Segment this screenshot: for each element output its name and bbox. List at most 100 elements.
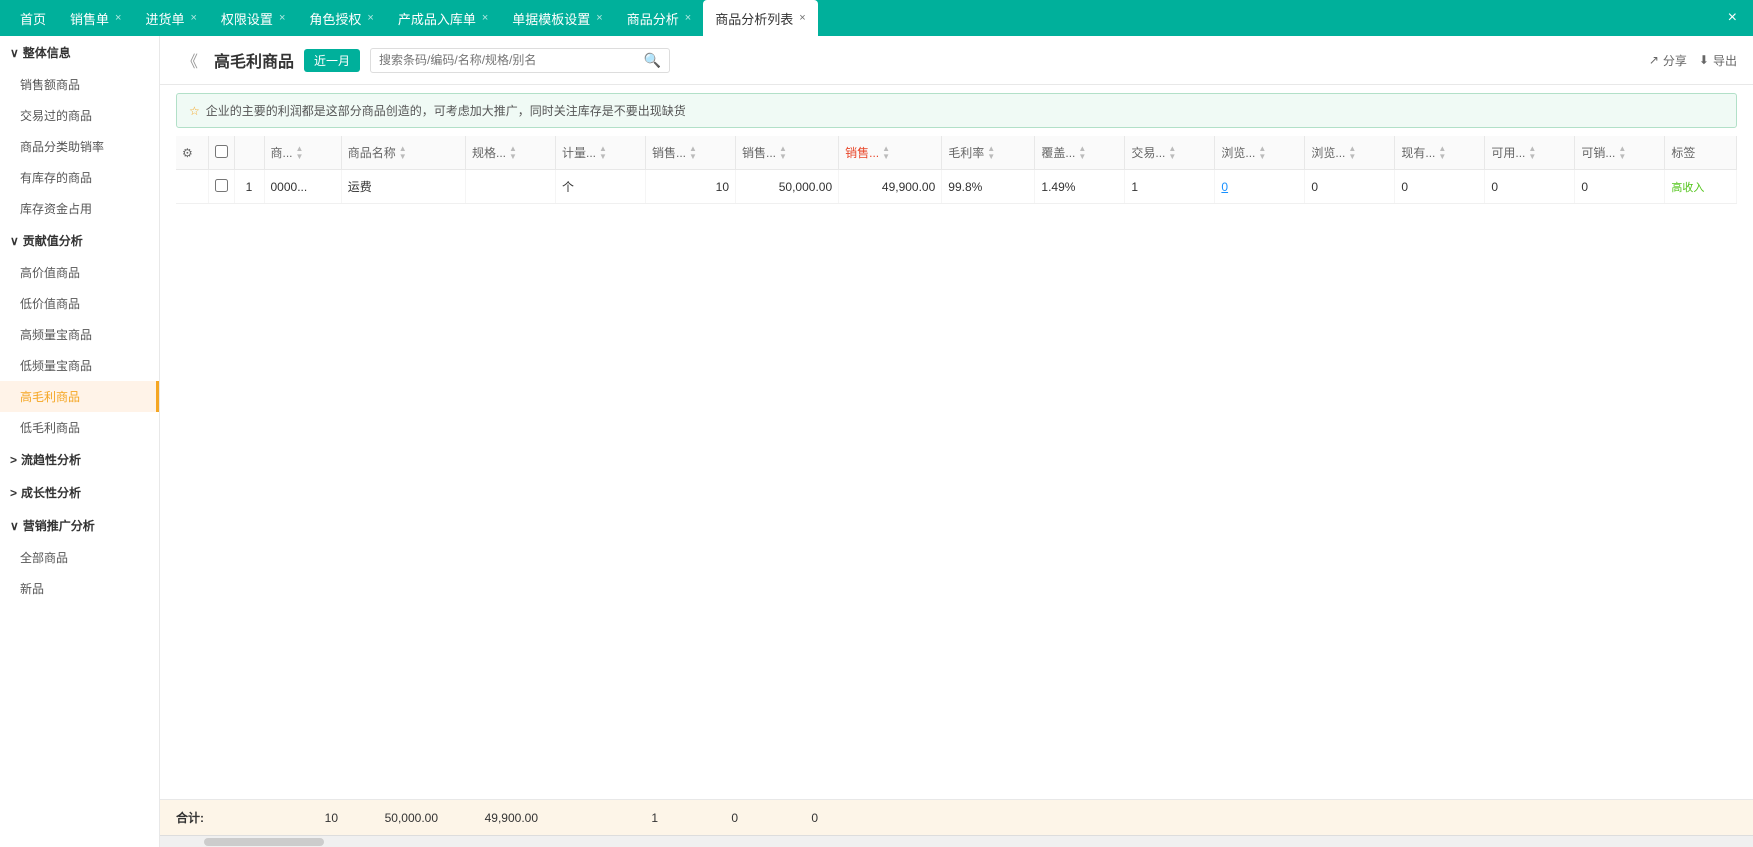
sidebar-group-financial-analysis[interactable]: ∨ 贡献值分析 — [0, 224, 159, 257]
close-all-tabs-button[interactable]: × — [1720, 5, 1745, 31]
cell-browse1[interactable]: 0 — [1215, 170, 1305, 204]
sidebar-item-sales-ranking[interactable]: 销售额商品 — [0, 69, 159, 100]
col-available2[interactable]: 可用... ▲▼ — [1485, 136, 1575, 170]
overall-info-arrow: ∨ — [10, 46, 19, 60]
share-icon: ↗ — [1649, 53, 1659, 67]
select-all-checkbox[interactable] — [215, 145, 228, 158]
col-coverage[interactable]: 覆盖... ▲▼ — [1035, 136, 1125, 170]
sidebar-item-low-value[interactable]: 低价值商品 — [0, 288, 159, 319]
footer-transaction: 1 — [544, 811, 664, 825]
sort-arrows-available2: ▲▼ — [1528, 145, 1536, 161]
settings-icon: ⚙ — [182, 146, 193, 160]
tab-product-analysis-close[interactable]: × — [685, 12, 691, 24]
marketing-analysis-label: 营销推广分析 — [23, 517, 95, 534]
export-icon: ⬇ — [1699, 53, 1709, 67]
cell-sellable: 0 — [1575, 170, 1665, 204]
sidebar-item-high-value[interactable]: 高价值商品 — [0, 257, 159, 288]
footer-sales-qty: 10 — [264, 811, 344, 825]
sort-arrows-transaction: ▲▼ — [1168, 145, 1176, 161]
sidebar: ∨ 整体信息 销售额商品 交易过的商品 商品分类助销率 有库存的商品 库存资金占… — [0, 36, 160, 847]
sort-arrows-spec: ▲▼ — [509, 145, 517, 161]
col-product-code[interactable]: 商... ▲▼ — [264, 136, 341, 170]
sidebar-item-traded-products[interactable]: 交易过的商品 — [0, 100, 159, 131]
tab-purchase-order[interactable]: 进货单 × — [133, 0, 208, 36]
tab-order-template-close[interactable]: × — [596, 12, 602, 24]
table-row: 1 0000... 运费 个 — [176, 170, 1737, 204]
col-browse1[interactable]: 浏览... ▲▼ — [1215, 136, 1305, 170]
cell-available2: 0 — [1485, 170, 1575, 204]
sort-arrows-product-code: ▲▼ — [296, 145, 304, 161]
sidebar-item-high-freq[interactable]: 高频量宝商品 — [0, 319, 159, 350]
growth-analysis-arrow: > — [10, 486, 17, 500]
export-button[interactable]: ⬇ 导出 — [1699, 52, 1737, 69]
cell-settings — [176, 170, 208, 204]
tab-order-template[interactable]: 单据模板设置 × — [500, 0, 614, 36]
tab-role-permission[interactable]: 角色授权 × — [297, 0, 385, 36]
col-product-name[interactable]: 商品名称 ▲▼ — [341, 136, 465, 170]
tab-product-analysis-label: 商品分析 — [627, 9, 679, 28]
col-settings[interactable]: ⚙ — [176, 136, 208, 170]
footer-totals: 10 50,000.00 49,900.00 1 0 0 — [264, 811, 1737, 825]
tab-permission-settings[interactable]: 权限设置 × — [209, 0, 297, 36]
horizontal-scrollbar[interactable] — [160, 835, 1753, 847]
col-sales-amount-label: 销售... — [742, 144, 776, 161]
tab-product-entry-label: 产成品入库单 — [398, 9, 476, 28]
tab-product-analysis-list[interactable]: 商品分析列表 × — [703, 0, 817, 36]
search-icon[interactable]: 🔍 — [644, 52, 661, 69]
tab-product-analysis[interactable]: 商品分析 × — [615, 0, 703, 36]
col-transaction-label: 交易... — [1131, 144, 1165, 161]
tab-home[interactable]: 首页 — [8, 0, 58, 36]
sidebar-item-low-margin[interactable]: 低毛利商品 — [0, 412, 159, 443]
sidebar-item-in-stock[interactable]: 有库存的商品 — [0, 162, 159, 193]
tab-role-label: 角色授权 — [309, 9, 361, 28]
cell-checkbox[interactable] — [208, 170, 234, 204]
tab-product-entry[interactable]: 产成品入库单 × — [386, 0, 500, 36]
cell-product-name: 运费 — [341, 170, 465, 204]
sidebar-item-stock-capital[interactable]: 库存资金占用 — [0, 193, 159, 224]
tab-role-close[interactable]: × — [367, 12, 373, 24]
col-sales-cost-label: 销售... — [845, 144, 879, 161]
col-checkbox[interactable] — [208, 136, 234, 170]
sidebar-item-all-products[interactable]: 全部商品 — [0, 542, 159, 573]
col-unit[interactable]: 计量... ▲▼ — [556, 136, 646, 170]
sidebar-item-high-margin[interactable]: 高毛利商品 — [0, 381, 159, 412]
col-browse2[interactable]: 浏览... ▲▼ — [1305, 136, 1395, 170]
sidebar-group-marketing-analysis[interactable]: ∨ 营销推广分析 — [0, 509, 159, 542]
sidebar-item-new-products[interactable]: 新品 — [0, 573, 159, 604]
sidebar-group-trend-analysis[interactable]: > 流趋性分析 — [0, 443, 159, 476]
tag-high-income-badge: 高收入 — [1671, 182, 1704, 194]
search-input[interactable] — [379, 53, 638, 67]
sidebar-item-low-freq[interactable]: 低频量宝商品 — [0, 350, 159, 381]
sort-arrows-name: ▲▼ — [399, 145, 407, 161]
sort-arrows-browse2: ▲▼ — [1348, 145, 1356, 161]
cell-seq: 1 — [234, 170, 264, 204]
col-sales-qty[interactable]: 销售... ▲▼ — [646, 136, 736, 170]
tab-product-analysis-list-close[interactable]: × — [799, 12, 805, 24]
cell-browse2: 0 — [1305, 170, 1395, 204]
share-button[interactable]: ↗ 分享 — [1649, 52, 1687, 69]
col-spec[interactable]: 规格... ▲▼ — [466, 136, 556, 170]
sidebar-collapse-button[interactable]: 《 — [176, 46, 204, 74]
col-gross-margin[interactable]: 毛利率 ▲▼ — [942, 136, 1035, 170]
col-sales-cost[interactable]: 销售... ▲▼ — [839, 136, 942, 170]
col-sellable[interactable]: 可销... ▲▼ — [1575, 136, 1665, 170]
col-sales-amount[interactable]: 销售... ▲▼ — [736, 136, 839, 170]
tab-sales-order-close[interactable]: × — [115, 12, 121, 24]
footer-label: 合计: — [176, 809, 204, 826]
col-transaction[interactable]: 交易... ▲▼ — [1125, 136, 1215, 170]
cell-available1: 0 — [1395, 170, 1485, 204]
tab-product-entry-close[interactable]: × — [482, 12, 488, 24]
footer-sales-amount: 50,000.00 — [344, 811, 444, 825]
sidebar-group-growth-analysis[interactable]: > 成长性分析 — [0, 476, 159, 509]
col-available1[interactable]: 现有... ▲▼ — [1395, 136, 1485, 170]
tab-purchase-order-close[interactable]: × — [190, 12, 196, 24]
tab-sales-order[interactable]: 销售单 × — [58, 0, 133, 36]
tip-text: 企业的主要的利润都是这部分商品创造的，可考虑加大推广，同时关注库存是不要出现缺货 — [206, 102, 686, 119]
scrollbar-thumb[interactable] — [204, 838, 324, 846]
row-checkbox[interactable] — [215, 179, 228, 192]
time-filter-button[interactable]: 近一月 — [304, 49, 360, 72]
tab-permission-close[interactable]: × — [279, 12, 285, 24]
tab-permission-label: 权限设置 — [221, 9, 273, 28]
sidebar-item-product-classification[interactable]: 商品分类助销率 — [0, 131, 159, 162]
sidebar-group-overall-info[interactable]: ∨ 整体信息 — [0, 36, 159, 69]
